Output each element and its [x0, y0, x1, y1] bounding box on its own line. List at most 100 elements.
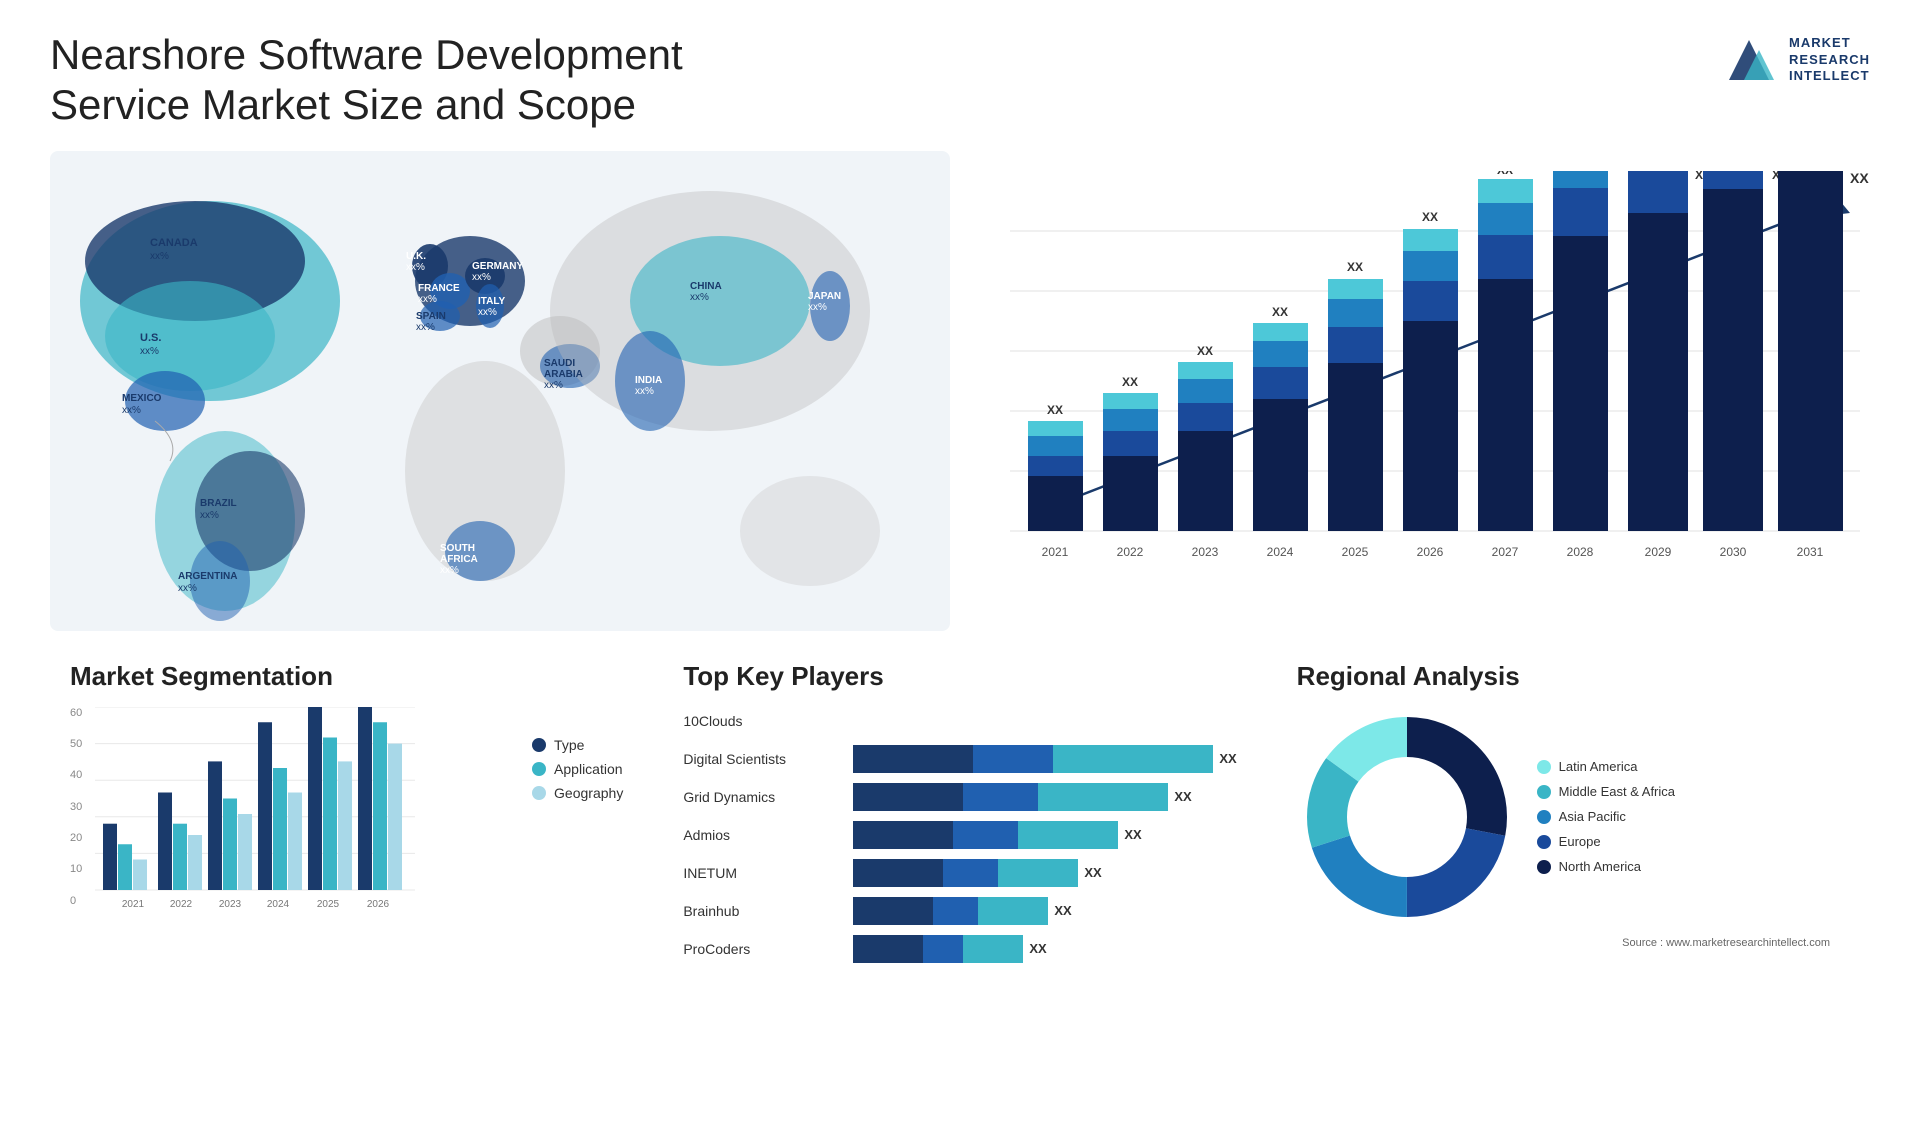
seg-legend: Type Application Geography	[532, 717, 623, 932]
svg-text:xx%: xx%	[635, 386, 654, 397]
svg-text:JAPAN: JAPAN	[808, 291, 841, 302]
player-name-10clouds: 10Clouds	[683, 713, 843, 729]
logo-line2: RESEARCH	[1789, 52, 1870, 69]
svg-text:2023: 2023	[219, 899, 242, 910]
svg-text:XX: XX	[1122, 375, 1138, 389]
legend-application: Application	[532, 761, 623, 777]
page-title: Nearshore Software Development Service M…	[50, 30, 750, 131]
player-value: XX	[1124, 827, 1141, 842]
svg-text:2024: 2024	[267, 899, 290, 910]
svg-text:SAUDI: SAUDI	[544, 358, 575, 369]
north-america-label: North America	[1559, 859, 1641, 874]
svg-text:AFRICA: AFRICA	[440, 554, 478, 565]
player-name-brainhub: Brainhub	[683, 903, 843, 919]
bar-seg1	[853, 745, 973, 773]
bar-seg2	[963, 783, 1038, 811]
svg-text:xx%: xx%	[478, 307, 497, 318]
svg-text:2025: 2025	[317, 899, 340, 910]
svg-text:INDIA: INDIA	[635, 375, 662, 386]
svg-text:2022: 2022	[170, 899, 193, 910]
geography-dot	[532, 786, 546, 800]
player-digital-scientists: Digital Scientists XX	[683, 745, 1236, 773]
svg-text:CANADA: CANADA	[150, 237, 198, 249]
bar-seg1	[853, 935, 923, 963]
seg-y-axis: 0 10 20 30 40 50 60	[70, 707, 90, 907]
player-bar-grid-dynamics: XX	[853, 783, 1236, 811]
logo-line3: INTELLECT	[1789, 68, 1870, 85]
player-bar-procoders: XX	[853, 935, 1236, 963]
legend-type: Type	[532, 737, 623, 753]
svg-text:U.S.: U.S.	[140, 332, 161, 344]
svg-text:xx%: xx%	[178, 583, 197, 594]
player-bar-inetum: XX	[853, 859, 1236, 887]
growth-chart-svg: XX 2021 XX 2022 XX 2023	[1010, 171, 1910, 621]
svg-text:xx%: xx%	[406, 262, 425, 273]
bar-seg2	[973, 745, 1053, 773]
bar-seg1	[853, 859, 943, 887]
logo-line1: MARKET	[1789, 35, 1870, 52]
application-dot	[532, 762, 546, 776]
player-procoders: ProCoders XX	[683, 935, 1236, 963]
player-name-inetum: INETUM	[683, 865, 843, 881]
bar-seg3	[1018, 821, 1118, 849]
svg-text:xx%: xx%	[150, 251, 169, 262]
legend-asia-pacific: Asia Pacific	[1537, 809, 1675, 824]
svg-text:2026: 2026	[367, 899, 390, 910]
world-map: CANADA xx% U.S. xx% MEXICO xx% BRAZIL xx…	[50, 151, 950, 631]
svg-text:U.K.: U.K.	[406, 251, 426, 262]
players-list: 10Clouds Digital Scientists XX Grid Dyna	[683, 707, 1236, 963]
main-grid: CANADA xx% U.S. xx% MEXICO xx% BRAZIL xx…	[50, 151, 1870, 641]
svg-text:2024: 2024	[1267, 545, 1294, 559]
player-value: XX	[1219, 751, 1236, 766]
bar-seg1	[853, 783, 963, 811]
latin-america-label: Latin America	[1559, 759, 1638, 774]
svg-text:xx%: xx%	[416, 322, 435, 333]
player-value: XX	[1084, 865, 1101, 880]
svg-text:xx%: xx%	[690, 292, 709, 303]
player-value: XX	[1029, 941, 1046, 956]
player-value: XX	[1174, 789, 1191, 804]
legend-geography: Geography	[532, 785, 623, 801]
bar-seg2	[923, 935, 963, 963]
europe-dot	[1537, 835, 1551, 849]
segmentation-section: Market Segmentation 0 10 20 30 40 50 60	[50, 651, 643, 973]
application-label: Application	[554, 761, 623, 777]
svg-text:XX: XX	[1047, 403, 1063, 417]
latin-america-dot	[1537, 760, 1551, 774]
map-section: CANADA xx% U.S. xx% MEXICO xx% BRAZIL xx…	[50, 151, 950, 631]
logo-container: MARKET RESEARCH INTELLECT	[1719, 30, 1870, 90]
svg-text:2023: 2023	[1192, 545, 1219, 559]
donut-chart	[1297, 707, 1517, 927]
asia-pacific-label: Asia Pacific	[1559, 809, 1626, 824]
header: Nearshore Software Development Service M…	[50, 30, 1870, 131]
svg-text:xx%: xx%	[418, 294, 437, 305]
svg-text:ARABIA: ARABIA	[544, 369, 583, 380]
legend-north-america: North America	[1537, 859, 1675, 874]
svg-text:2031: 2031	[1797, 545, 1824, 559]
svg-text:ITALY: ITALY	[478, 296, 506, 307]
player-bar-brainhub: XX	[853, 897, 1236, 925]
svg-text:xx%: xx%	[440, 565, 459, 576]
bar-seg3	[978, 897, 1048, 925]
page-container: Nearshore Software Development Service M…	[0, 0, 1920, 1146]
svg-text:CHINA: CHINA	[690, 281, 722, 292]
growth-chart-section: XX 2021 XX 2022 XX 2023	[960, 151, 1920, 631]
svg-text:SOUTH: SOUTH	[440, 543, 475, 554]
source-text: Source : www.marketresearchintellect.com	[1297, 937, 1850, 949]
type-dot	[532, 738, 546, 752]
players-title: Top Key Players	[683, 661, 1236, 692]
north-america-dot	[1537, 860, 1551, 874]
svg-text:GERMANY: GERMANY	[472, 261, 523, 272]
player-name-digital-scientists: Digital Scientists	[683, 751, 843, 767]
bar-seg3	[963, 935, 1023, 963]
svg-text:XX: XX	[1197, 344, 1213, 358]
bar-seg2	[953, 821, 1018, 849]
middle-east-label: Middle East & Africa	[1559, 784, 1675, 799]
svg-text:2030: 2030	[1720, 545, 1747, 559]
bar-seg1	[853, 821, 953, 849]
legend-middle-east-africa: Middle East & Africa	[1537, 784, 1675, 799]
asia-pacific-dot	[1537, 810, 1551, 824]
player-grid-dynamics: Grid Dynamics XX	[683, 783, 1236, 811]
player-10clouds: 10Clouds	[683, 707, 1236, 735]
player-bar-digital-scientists: XX	[853, 745, 1236, 773]
